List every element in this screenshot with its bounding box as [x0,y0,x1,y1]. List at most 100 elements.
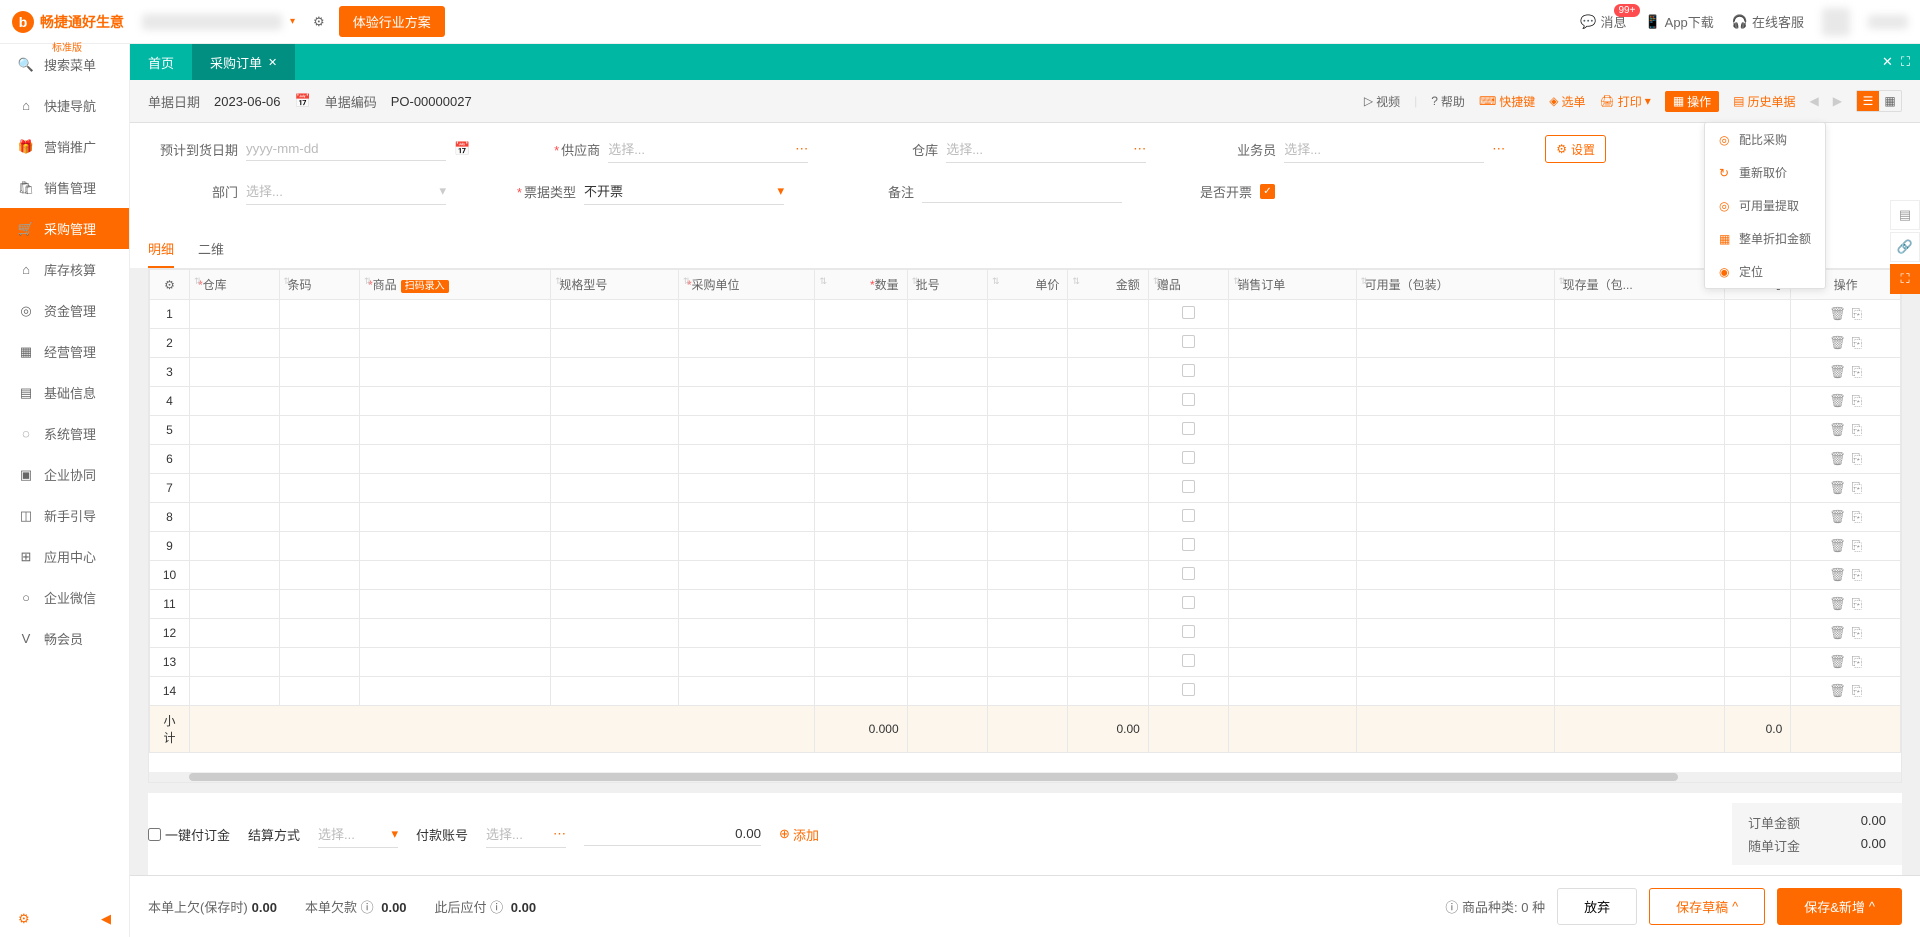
gift-checkbox[interactable] [1182,393,1195,406]
sidebar-item-11[interactable]: ◫新手引导 [0,495,129,536]
save-new-button[interactable]: 保存&新增 ^ [1777,888,1902,925]
delete-icon[interactable]: 🗑 [1829,480,1846,495]
copy-icon[interactable]: ⎘ [1852,480,1862,495]
delete-icon[interactable]: 🗑 [1829,625,1846,640]
dropdown-item-1[interactable]: ↻重新取价 [1705,156,1825,189]
sidebar-item-1[interactable]: ⌂快捷导航 [0,85,129,126]
select-link[interactable]: ◈ 选单 [1549,93,1585,110]
tab-home[interactable]: 首页 [130,44,192,80]
col-product[interactable]: ⇅*商品扫码录入 [359,270,550,300]
table-row[interactable]: 6🗑⎘ [150,445,1901,474]
shortcut-link[interactable]: ⌨ 快捷键 [1479,93,1535,110]
copy-icon[interactable]: ⎘ [1852,625,1862,640]
copy-icon[interactable]: ⎘ [1852,364,1862,379]
sidebar-item-13[interactable]: ○企业微信 [0,577,129,618]
grid-view-icon[interactable]: ▦ [1879,91,1901,111]
account-select[interactable]: 选择...⋯ [486,820,566,848]
supplier-select[interactable]: 选择...⋯ [608,135,808,163]
sidebar-item-10[interactable]: ▣企业协同 [0,454,129,495]
sidebar-item-7[interactable]: ▦经营管理 [0,331,129,372]
print-link[interactable]: 🖨 打印 ▾ [1600,93,1651,110]
table-row[interactable]: 1🗑⎘ [150,300,1901,329]
rail-expand-icon[interactable]: ⛶ [1890,264,1920,294]
list-view-icon[interactable]: ☰ [1857,91,1879,111]
next-icon[interactable]: ▶ [1833,94,1842,108]
dropdown-item-4[interactable]: ◉定位 [1705,255,1825,288]
col-warehouse[interactable]: ⇅*仓库 [190,270,280,300]
arrival-date-input[interactable] [246,137,446,161]
gift-checkbox[interactable] [1182,625,1195,638]
delete-icon[interactable]: 🗑 [1829,335,1846,350]
gift-checkbox[interactable] [1182,509,1195,522]
sidebar-item-6[interactable]: ◎资金管理 [0,290,129,331]
dropdown-item-0[interactable]: ◎配比采购 [1705,123,1825,156]
sidebar-item-12[interactable]: ⊞应用中心 [0,536,129,577]
gift-checkbox[interactable] [1182,306,1195,319]
fullscreen-icon[interactable]: ⛶ [1901,54,1910,70]
table-row[interactable]: 11🗑⎘ [150,590,1901,619]
copy-icon[interactable]: ⎘ [1852,683,1862,698]
delete-icon[interactable]: 🗑 [1829,654,1846,669]
table-row[interactable]: 3🗑⎘ [150,358,1901,387]
sidebar-item-2[interactable]: 🎁营销推广 [0,126,129,167]
col-gear[interactable]: ⚙ [150,270,190,300]
delete-icon[interactable]: 🗑 [1829,509,1846,524]
sidebar-item-3[interactable]: 🛍销售管理 [0,167,129,208]
gift-checkbox[interactable] [1182,480,1195,493]
message-link[interactable]: 💬 消息 99+ [1580,12,1626,31]
gift-checkbox[interactable] [1182,683,1195,696]
delete-icon[interactable]: 🗑 [1829,422,1846,437]
copy-icon[interactable]: ⎘ [1852,393,1862,408]
table-row[interactable]: 9🗑⎘ [150,532,1901,561]
subtab-detail[interactable]: 明细 [148,231,174,268]
delete-icon[interactable]: 🗑 [1829,596,1846,611]
delete-icon[interactable]: 🗑 [1829,364,1846,379]
gift-checkbox[interactable] [1182,364,1195,377]
gift-checkbox[interactable] [1182,538,1195,551]
prev-icon[interactable]: ◀ [1810,94,1819,108]
gear-icon[interactable]: ⚙ [313,14,325,30]
col-gift[interactable]: ⇅赠品 [1148,270,1228,300]
col-qty[interactable]: ⇅*数量 [815,270,907,300]
sidebar-item-4[interactable]: 🛒采购管理 [0,208,129,249]
save-draft-button[interactable]: 保存草稿 ^ [1649,888,1765,925]
gift-checkbox[interactable] [1182,451,1195,464]
pay-amount-input[interactable] [584,822,761,846]
avatar[interactable] [1822,8,1850,36]
tab-close-all-icon[interactable]: ✕ [1882,54,1893,70]
sidebar-item-9[interactable]: ◌系统管理 [0,413,129,454]
rail-attach-icon[interactable]: 🔗 [1890,232,1920,262]
settings-icon[interactable]: ⚙ [18,911,30,927]
gift-checkbox[interactable] [1182,567,1195,580]
table-row[interactable]: 5🗑⎘ [150,416,1901,445]
dropdown-item-2[interactable]: ◎可用量提取 [1705,189,1825,222]
calendar-icon[interactable]: 📅 [295,93,311,109]
delete-icon[interactable]: 🗑 [1829,538,1846,553]
sidebar-item-14[interactable]: V畅会员 [0,618,129,659]
more-icon[interactable]: ⋯ [1492,141,1505,157]
delete-icon[interactable]: 🗑 [1829,567,1846,582]
invoice-checkbox[interactable]: ✓ [1260,184,1275,199]
col-spec[interactable]: ⇅规格型号 [551,270,678,300]
table-row[interactable]: 8🗑⎘ [150,503,1901,532]
col-sales-order[interactable]: ⇅销售订单 [1229,270,1356,300]
copy-icon[interactable]: ⎘ [1852,335,1862,350]
copy-icon[interactable]: ⎘ [1852,654,1862,669]
gift-checkbox[interactable] [1182,654,1195,667]
clerk-select[interactable]: 选择... [1284,135,1484,163]
sidebar-item-8[interactable]: ▤基础信息 [0,372,129,413]
download-link[interactable]: 📱 App下载 [1644,12,1713,31]
calendar-icon[interactable]: 📅 [454,141,470,157]
delete-icon[interactable]: 🗑 [1829,683,1846,698]
settings-button[interactable]: ⚙ 设置 [1545,135,1606,163]
copy-icon[interactable]: ⎘ [1852,451,1862,466]
operation-button[interactable]: ▦ 操作 [1665,91,1719,112]
video-link[interactable]: ▷ 视频 [1364,93,1400,110]
add-link[interactable]: ⊕ 添加 [779,825,819,844]
col-price[interactable]: ⇅单价 [988,270,1068,300]
copy-icon[interactable]: ⎘ [1852,596,1862,611]
gift-checkbox[interactable] [1182,335,1195,348]
remark-input[interactable] [922,179,1122,203]
company-selector[interactable]: ▾ [142,14,295,30]
table-row[interactable]: 4🗑⎘ [150,387,1901,416]
